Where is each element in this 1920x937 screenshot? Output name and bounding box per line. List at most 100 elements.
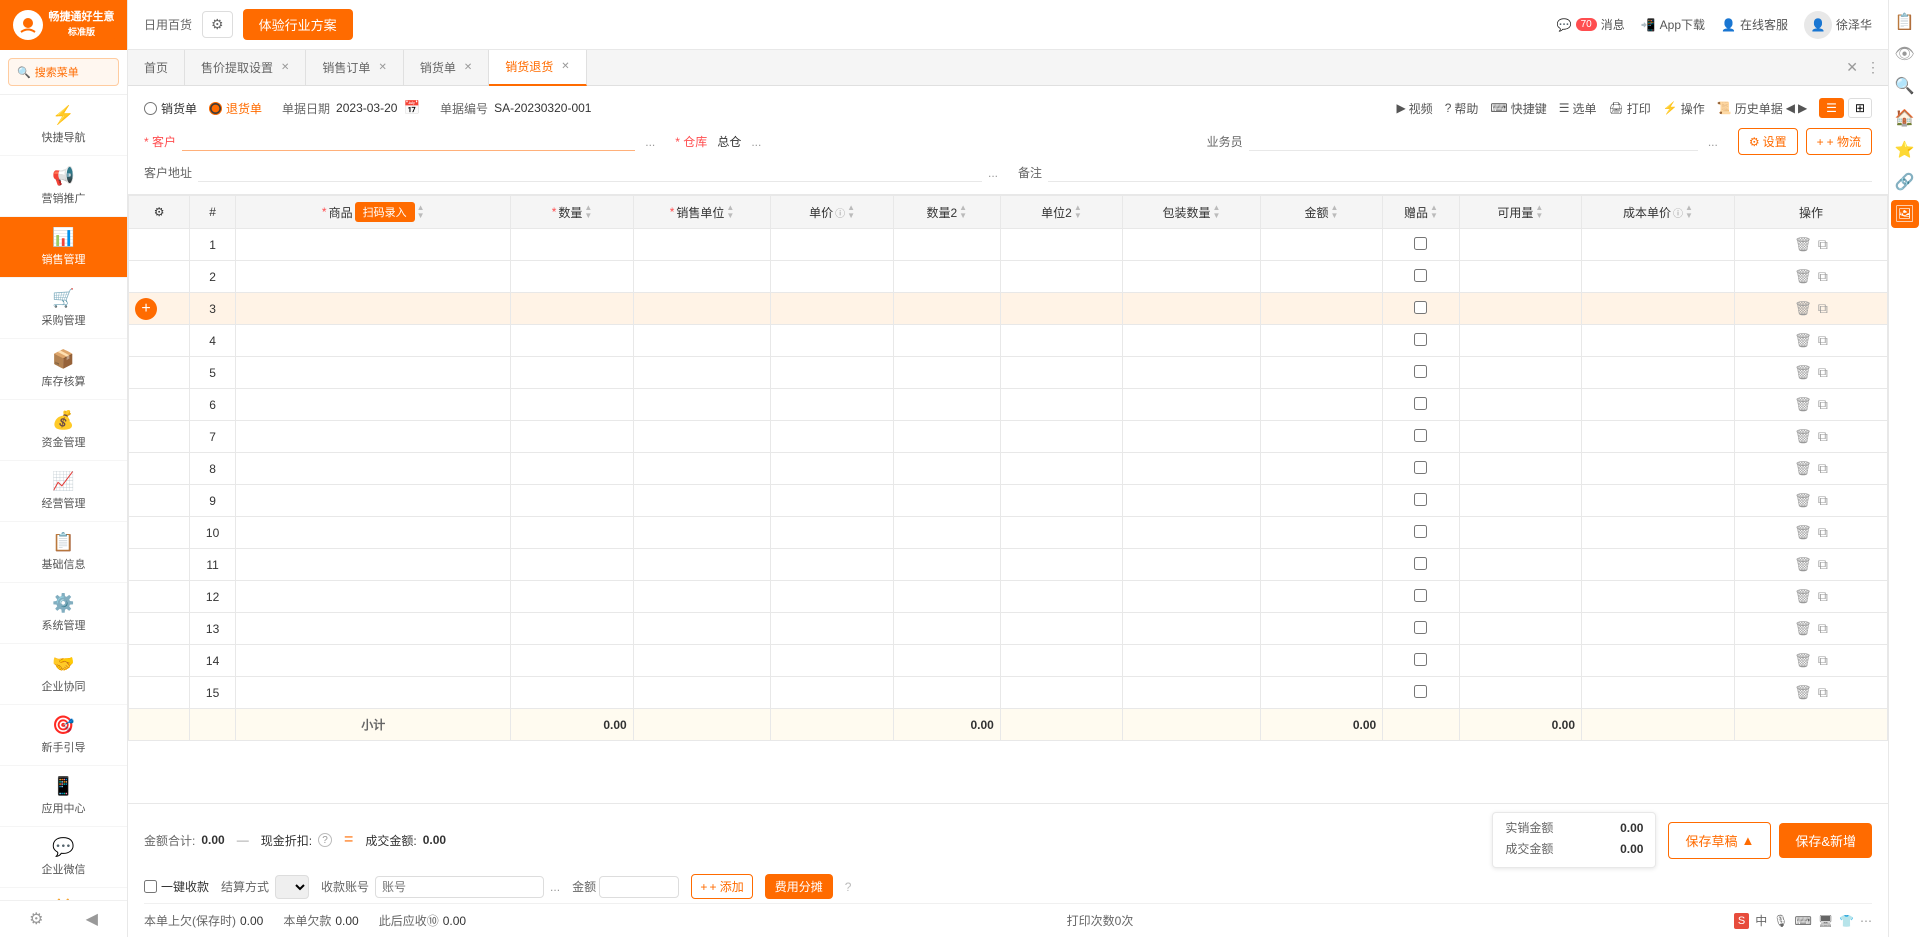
online-service-button[interactable]: 👤 在线客服 [1721,16,1788,33]
qty2-cell[interactable] [893,261,1000,293]
sales-unit-cell[interactable] [633,229,771,261]
unit-price-cell[interactable] [771,645,893,677]
qty2-cell[interactable] [893,229,1000,261]
tab-sales-delivery[interactable]: 销货单 ✕ [404,50,489,86]
gift-cell[interactable] [1383,389,1459,421]
save-new-button[interactable]: 保存&新增 [1779,823,1872,858]
row-copy-button[interactable]: ⧉ [1818,652,1828,669]
amount-cell[interactable] [1260,645,1382,677]
more-tools-btn[interactable]: ⋯ [1860,914,1872,928]
history-button[interactable]: 📜 历史单据 ◀ ▶ [1717,100,1807,117]
pack-qty-cell[interactable] [1123,421,1261,453]
add-payment-button[interactable]: + + 添加 [691,874,752,899]
qty-cell[interactable] [511,613,633,645]
sidebar-item-system[interactable]: ⚙️ 系统管理 [0,583,127,644]
pack-qty-cell[interactable] [1123,485,1261,517]
amount-cell[interactable] [1260,613,1382,645]
select-button[interactable]: ☰ 选单 [1559,100,1597,117]
product-cell[interactable] [236,645,511,677]
unit2-cell[interactable] [1000,613,1122,645]
pack-qty-cell[interactable] [1123,389,1261,421]
col-header-sales-unit[interactable]: * 销售单位 ▲▼ [633,196,771,229]
cost-price-cell[interactable] [1582,645,1735,677]
qty-cell[interactable] [511,389,633,421]
add-row-button[interactable]: + [135,298,157,320]
sales-unit-cell[interactable] [633,549,771,581]
available-cell[interactable] [1459,421,1581,453]
unit-price-cell[interactable] [771,517,893,549]
unit2-cell[interactable] [1000,261,1122,293]
pack-qty-cell[interactable] [1123,261,1261,293]
cost-price-cell[interactable] [1582,293,1735,325]
unit2-cell[interactable] [1000,581,1122,613]
available-cell[interactable] [1459,229,1581,261]
qty-cell[interactable] [511,293,633,325]
cost-price-cell[interactable] [1582,389,1735,421]
monitor-btn[interactable]: 🖥 [1818,914,1833,928]
account-dots-button[interactable]: ... [550,880,560,894]
qty-cell[interactable] [511,229,633,261]
sidebar-item-inventory[interactable]: 📦 库存核算 [0,339,127,400]
pack-qty-cell[interactable] [1123,645,1261,677]
sales-unit-cell[interactable] [633,293,771,325]
sidebar-item-newcomer[interactable]: 🎯 新手引导 [0,705,127,766]
row-copy-button[interactable]: ⧉ [1818,684,1828,701]
tab-sales-order[interactable]: 销售订单 ✕ [306,50,403,86]
settings-action-button[interactable]: ⚙ 设置 [1738,128,1798,155]
right-sidebar-star-btn[interactable]: ⭐ [1891,136,1919,164]
available-sort[interactable]: ▲▼ [1535,204,1543,220]
gift-cell[interactable] [1383,517,1459,549]
gift-cell[interactable] [1383,485,1459,517]
gift-cell[interactable] [1383,677,1459,709]
col-header-available[interactable]: 可用量 ▲▼ [1459,196,1581,229]
history-nav-prev[interactable]: ◀ [1786,101,1795,115]
col-header-amount[interactable]: 金额 ▲▼ [1260,196,1382,229]
pack-qty-cell[interactable] [1123,517,1261,549]
tab-close-sales-order[interactable]: ✕ [378,62,386,73]
unit2-cell[interactable] [1000,485,1122,517]
account-input[interactable] [375,876,544,898]
gift-checkbox[interactable] [1414,685,1427,698]
unit2-cell[interactable] [1000,517,1122,549]
pack-qty-cell[interactable] [1123,357,1261,389]
sidebar-item-enterprise-coop[interactable]: 🤝 企业协同 [0,644,127,705]
qty2-cell[interactable] [893,613,1000,645]
unit-price-cell[interactable] [771,389,893,421]
gift-checkbox[interactable] [1414,525,1427,538]
row-copy-button[interactable]: ⧉ [1818,588,1828,605]
address-input[interactable] [198,163,982,182]
tabs-close-all-button[interactable]: ✕ [1846,59,1858,76]
unit-price-cell[interactable] [771,229,893,261]
sidebar-item-sales-mgmt[interactable]: 📊 销售管理 [0,217,127,278]
amount-cell[interactable] [1260,453,1382,485]
sales-unit-cell[interactable] [633,453,771,485]
available-cell[interactable] [1459,261,1581,293]
sales-unit-cell[interactable] [633,677,771,709]
row-copy-button[interactable]: ⧉ [1818,236,1828,253]
logistics-button[interactable]: + + 物流 [1806,128,1872,155]
amount-cell[interactable] [1260,581,1382,613]
sidebar-settings-btn[interactable]: ⚙ [29,909,43,929]
one-click-payment-checkbox[interactable]: 一键收款 [144,878,209,895]
row-delete-button[interactable]: 🗑 [1794,236,1812,253]
gift-checkbox[interactable] [1414,301,1427,314]
history-nav-next[interactable]: ▶ [1798,101,1807,115]
customer-dots-button[interactable]: ... [645,135,655,149]
product-cell[interactable] [236,325,511,357]
gift-checkbox[interactable] [1414,237,1427,250]
qty2-cell[interactable] [893,677,1000,709]
salesperson-input[interactable] [1249,132,1698,151]
sidebar-collapse-btn[interactable]: ◀ [86,909,98,929]
qty2-cell[interactable] [893,549,1000,581]
amount-cell[interactable] [1260,389,1382,421]
product-cell[interactable] [236,517,511,549]
col-header-qty2[interactable]: 数量2 ▲▼ [893,196,1000,229]
pack-qty-cell[interactable] [1123,549,1261,581]
gift-cell[interactable] [1383,229,1459,261]
chinese-input-btn[interactable]: 中 [1755,912,1767,929]
col-header-settings[interactable]: ⚙ [129,196,190,229]
amount-cell[interactable] [1260,421,1382,453]
tabs-menu-button[interactable]: ⋮ [1866,59,1880,76]
gift-checkbox[interactable] [1414,429,1427,442]
radio-return[interactable]: 退货单 [209,100,262,117]
